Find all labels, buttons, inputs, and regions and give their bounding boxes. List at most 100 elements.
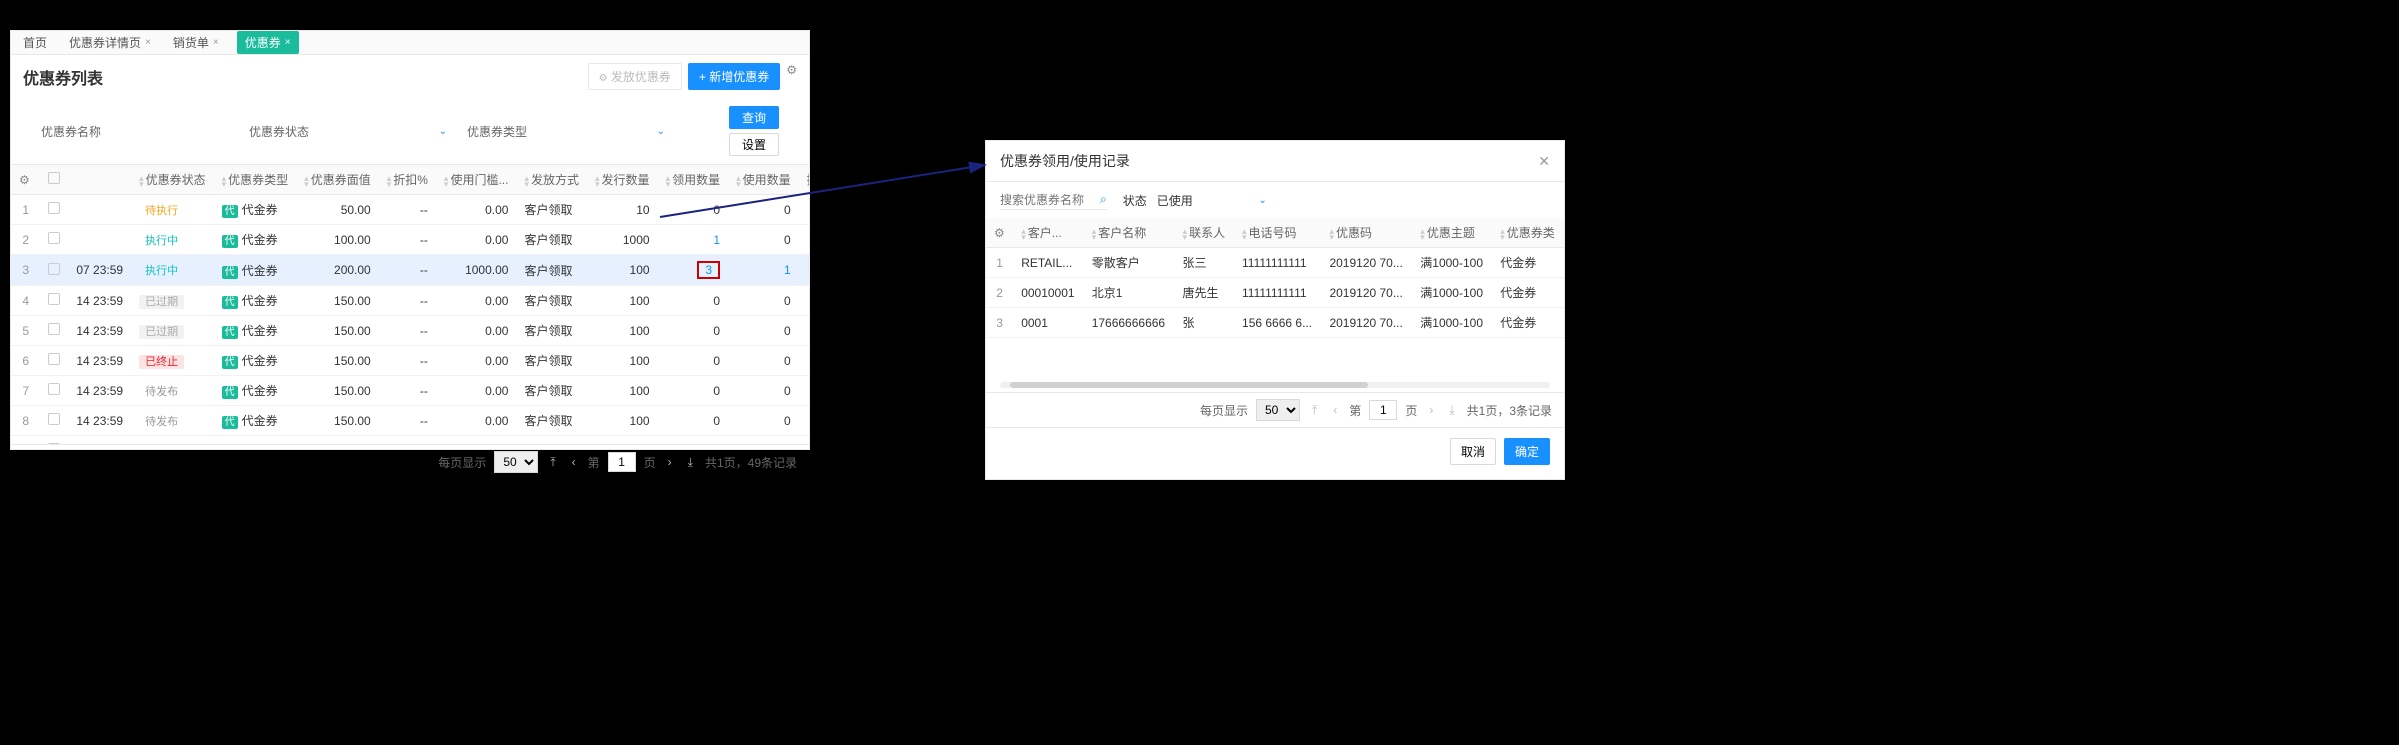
dcol-contact[interactable]: ▴▾联系人: [1175, 218, 1234, 248]
dialog-search-box[interactable]: ⌕: [1000, 190, 1107, 210]
table-row[interactable]: 1 RETAIL... 零散客户 张三 11111111111 2019120 …: [986, 248, 1564, 278]
close-icon[interactable]: ✕: [1538, 153, 1550, 170]
scrollbar-thumb[interactable]: [1010, 382, 1368, 388]
cancel-button[interactable]: 取消: [1450, 438, 1496, 465]
table-row[interactable]: 6 14 23:59 已终止 代代金券 150.00 -- 0.00 客户领取 …: [11, 346, 809, 376]
settings-button[interactable]: 设置: [729, 133, 779, 156]
row-checkbox[interactable]: [40, 346, 68, 376]
row-checkbox[interactable]: [40, 316, 68, 346]
row-checkbox[interactable]: [40, 225, 68, 255]
coupon-table-head: ⚙ ▴▾优惠券状态 ▴▾优惠券类型 ▴▾优惠券面值 ▴▾折扣% ▴▾使用门槛..…: [11, 165, 809, 195]
col-discount[interactable]: ▴▾折扣%: [379, 165, 436, 195]
dcol-subject[interactable]: ▴▾优惠主题: [1412, 218, 1492, 248]
table-row[interactable]: 1 待执行 代代金券 50.00 -- 0.00 客户领取 10 0 0 ↗ ▦: [11, 195, 809, 225]
row-type: 代代金券: [214, 286, 297, 316]
table-row[interactable]: 5 14 23:59 已过期 代代金券 150.00 -- 0.00 客户领取 …: [11, 316, 809, 346]
dialog-horizontal-scrollbar[interactable]: [1000, 382, 1550, 388]
row-face: 150.00: [296, 346, 379, 376]
add-coupon-button[interactable]: + 新增优惠券: [688, 63, 780, 90]
settings-icon[interactable]: ⚙: [786, 63, 797, 90]
table-row[interactable]: 9 14 23:59 待发布 代代金券 150.00 -- 0.00 客户领取 …: [11, 436, 809, 445]
close-icon[interactable]: ×: [145, 37, 151, 48]
col-type[interactable]: ▴▾优惠券类型: [214, 165, 297, 195]
table-row[interactable]: 7 14 23:59 待发布 代代金券 150.00 -- 0.00 客户领取 …: [11, 376, 809, 406]
pagination: 每页显示 50 ⤒ ‹ 第 页 › ⤓ 共1页，49条记录: [11, 444, 809, 479]
filter-type-select[interactable]: ⌄: [535, 126, 665, 137]
header-actions: ⚙ 发放优惠券 + 新增优惠券 ⚙: [588, 63, 797, 90]
page-input[interactable]: [608, 452, 636, 472]
close-icon[interactable]: ×: [285, 37, 291, 48]
share-icon: ↗: [807, 384, 809, 398]
filter-status-label: 优惠券状态: [249, 123, 309, 140]
col-method[interactable]: ▴▾发放方式: [516, 165, 587, 195]
per-page-select[interactable]: 50: [494, 451, 538, 473]
next-page-button[interactable]: ›: [664, 455, 676, 469]
share-icon[interactable]: ↗: [807, 263, 809, 277]
dcol-ccode[interactable]: ▴▾优惠码: [1321, 218, 1412, 248]
col-issue[interactable]: ▴▾发行数量: [587, 165, 658, 195]
close-icon[interactable]: ×: [213, 37, 219, 48]
dcol-type[interactable]: ▴▾优惠券类: [1492, 218, 1564, 248]
col-gear[interactable]: ⚙: [11, 165, 40, 195]
table-row[interactable]: 2 00010001 北京1 唐先生 11111111111 2019120 7…: [986, 278, 1564, 308]
claimed-link[interactable]: 1: [713, 233, 720, 247]
distribute-coupon-button[interactable]: ⚙ 发放优惠券: [588, 63, 682, 90]
row-discount: --: [379, 286, 436, 316]
dlg-page-input[interactable]: [1369, 400, 1397, 420]
col-status[interactable]: ▴▾优惠券状态: [131, 165, 214, 195]
dialog-search-input[interactable]: [1000, 193, 1100, 207]
col-claimed[interactable]: ▴▾领用数量: [658, 165, 729, 195]
row-checkbox[interactable]: [40, 376, 68, 406]
row-checkbox[interactable]: [40, 195, 68, 225]
dialog-table-wrap: ⚙ ▴▾客户... ▴▾客户名称 ▴▾联系人 ▴▾电话号码 ▴▾优惠码 ▴▾优惠…: [986, 218, 1564, 378]
prev-page-button[interactable]: ‹: [568, 455, 580, 469]
col-checkbox[interactable]: [40, 165, 68, 195]
row-checkbox[interactable]: [40, 255, 68, 286]
dlg-next-page-button[interactable]: ›: [1425, 403, 1437, 417]
claimed-link[interactable]: 3: [697, 261, 720, 279]
first-page-button[interactable]: ⤒: [546, 455, 559, 470]
dcol-name[interactable]: ▴▾客户名称: [1084, 218, 1175, 248]
row-method: 客户领取: [516, 376, 587, 406]
tab-item[interactable]: 首页: [19, 34, 51, 51]
dialog-pagination: 每页显示 50 ⤒ ‹ 第 页 › ⤓ 共1页，3条记录: [986, 392, 1564, 427]
dlg-last-page-button[interactable]: ⤓: [1445, 403, 1458, 418]
share-icon[interactable]: ↗: [807, 233, 809, 247]
filter-status-select[interactable]: ⌄: [317, 126, 447, 137]
dcol-phone[interactable]: ▴▾电话号码: [1234, 218, 1321, 248]
last-page-button[interactable]: ⤓: [684, 455, 697, 470]
confirm-button[interactable]: 确定: [1504, 438, 1550, 465]
dlg-prev-page-button[interactable]: ‹: [1329, 403, 1341, 417]
row-time: 14 23:59: [68, 316, 131, 346]
table-row[interactable]: 4 14 23:59 已过期 代代金券 150.00 -- 0.00 客户领取 …: [11, 286, 809, 316]
drow-contact: 唐先生: [1175, 278, 1234, 308]
dcol-code[interactable]: ▴▾客户...: [1013, 218, 1084, 248]
row-checkbox[interactable]: [40, 286, 68, 316]
query-button[interactable]: 查询: [729, 106, 779, 129]
table-row[interactable]: 2 执行中 代代金券 100.00 -- 0.00 客户领取 1000 1 0 …: [11, 225, 809, 255]
row-discount: --: [379, 406, 436, 436]
row-index: 4: [11, 286, 40, 316]
main-panel: 首页优惠券详情页×销货单×优惠券× 优惠券列表 ⚙ 发放优惠券 + 新增优惠券 …: [10, 30, 810, 450]
row-status: 待执行: [131, 195, 214, 225]
tab-item[interactable]: 优惠券×: [237, 31, 299, 54]
table-row[interactable]: 8 14 23:59 待发布 代代金券 150.00 -- 0.00 客户领取 …: [11, 406, 809, 436]
row-checkbox[interactable]: [40, 436, 68, 445]
share-icon[interactable]: ↗: [807, 203, 809, 217]
col-used[interactable]: ▴▾使用数量: [728, 165, 799, 195]
row-used: 0: [728, 346, 799, 376]
row-checkbox[interactable]: [40, 406, 68, 436]
table-row[interactable]: 3 07 23:59 执行中 代代金券 200.00 -- 1000.00 客户…: [11, 255, 809, 286]
tab-item[interactable]: 销货单×: [169, 34, 223, 51]
used-link[interactable]: 1: [784, 263, 791, 277]
tab-item[interactable]: 优惠券详情页×: [65, 34, 155, 51]
dcol-gear[interactable]: ⚙: [986, 218, 1013, 248]
dlg-per-page-select[interactable]: 50: [1256, 399, 1300, 421]
dlg-first-page-button[interactable]: ⤒: [1308, 403, 1321, 418]
dialog-state-dropdown[interactable]: 已使用 ⌄: [1157, 192, 1267, 209]
col-face[interactable]: ▴▾优惠券面值: [296, 165, 379, 195]
table-row[interactable]: 3 0001 17666666666 张 156 6666 6... 20191…: [986, 308, 1564, 338]
filter-name-input[interactable]: [109, 122, 229, 141]
col-threshold[interactable]: ▴▾使用门槛...: [436, 165, 517, 195]
drow-phone: 156 6666 6...: [1234, 308, 1321, 338]
